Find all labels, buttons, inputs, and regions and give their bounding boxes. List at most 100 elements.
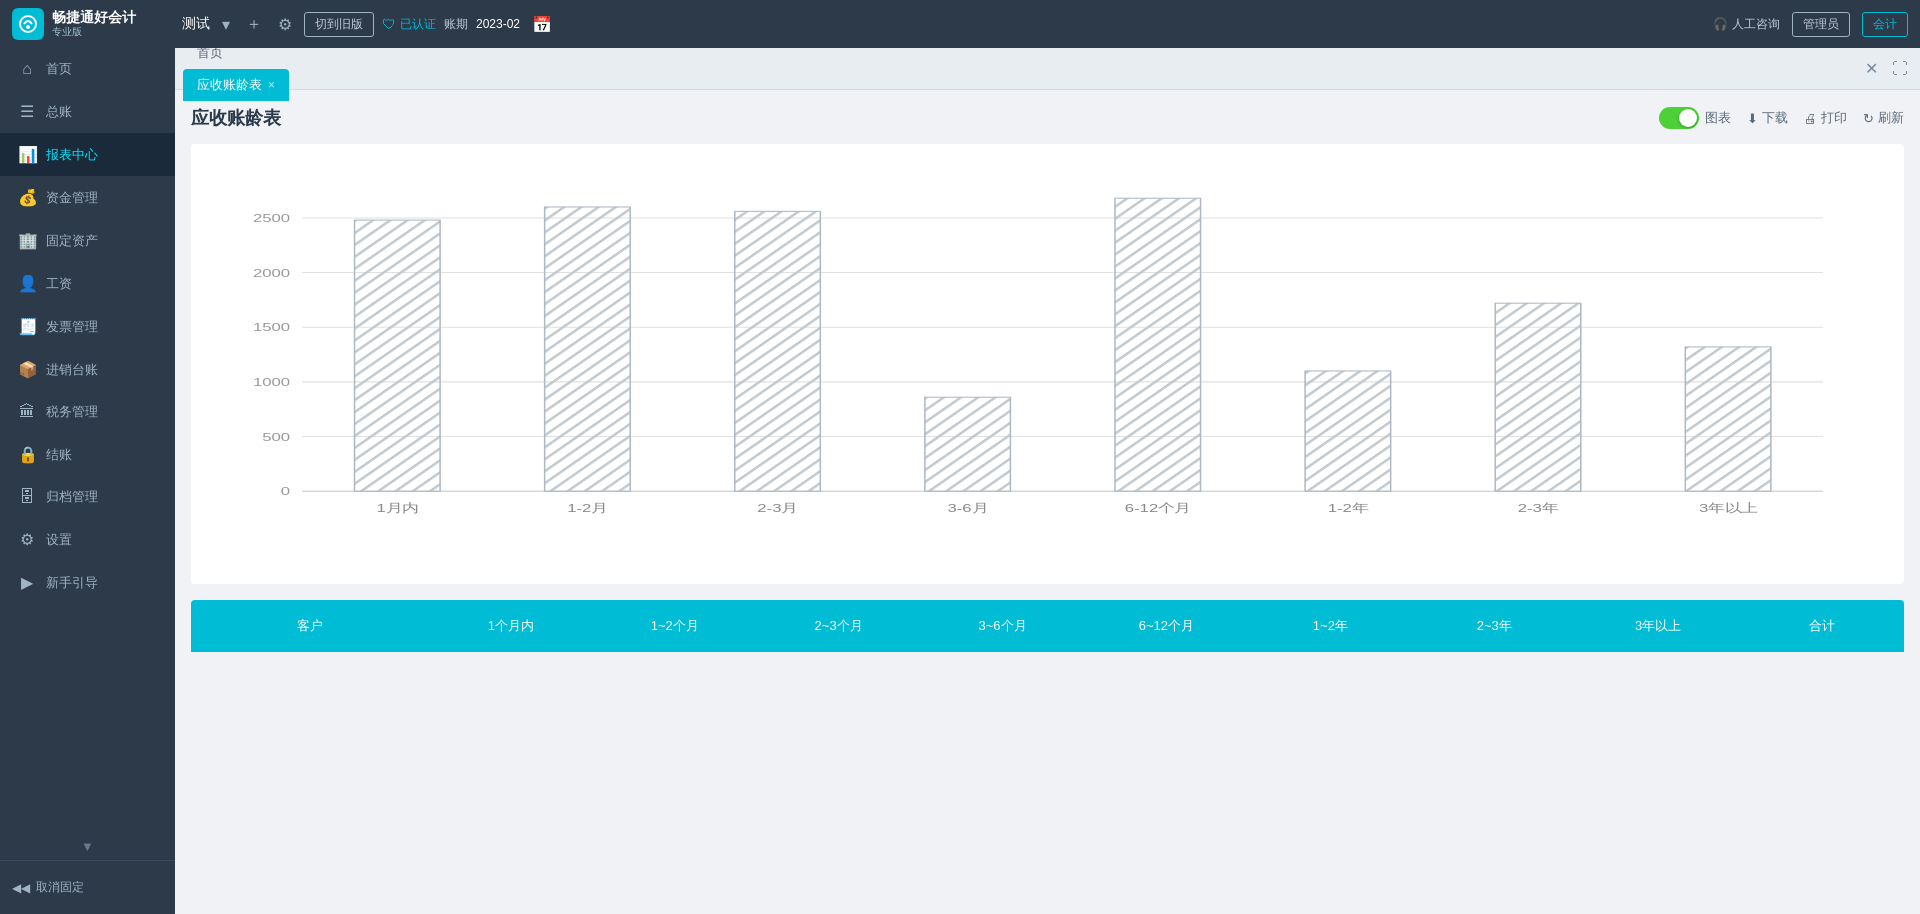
app-name: 畅捷通好会计 (52, 9, 136, 26)
workspace-area: 测试 ▾ ＋ ⚙ 切到旧版 🛡 已认证 账期 2023-02 📅 (182, 10, 1703, 39)
sidebar-scroll: ⌂ 首页 ☰ 总账 📊 报表中心 💰 资金管理 🏢 固定资产 👤 工资 🧾 发票… (0, 48, 175, 833)
bar-1-2月[interactable] (545, 207, 631, 491)
chart-toggle-wrap: 图表 (1659, 107, 1731, 129)
user-btn[interactable]: 管理员 (1792, 12, 1850, 37)
period-value: 2023-02 (476, 17, 520, 31)
close-tab-btn[interactable]: ✕ (1861, 55, 1882, 82)
consult-btn[interactable]: 🎧 人工咨询 (1713, 16, 1780, 33)
sidebar-item-reports[interactable]: 📊 报表中心 (0, 133, 175, 176)
content-area: 首页应收账龄表× ✕ ⛶ 应收账龄表 图表 ⬇ (175, 48, 1920, 914)
sidebar: ⌂ 首页 ☰ 总账 📊 报表中心 💰 资金管理 🏢 固定资产 👤 工资 🧾 发票… (0, 48, 175, 914)
svg-point-1 (26, 25, 30, 29)
sidebar-label-invoice: 发票管理 (46, 318, 98, 336)
page-title: 应收账龄表 (191, 106, 281, 130)
cancel-fixed-btn[interactable]: ◀◀ 取消固定 (0, 871, 175, 904)
workspace-name: 测试 (182, 15, 210, 33)
toolbar-right: 图表 ⬇ 下载 🖨 打印 ↻ 刷新 (1659, 107, 1904, 129)
bar-chart: 050010001500200025001月内1-2月2-3月3-6月6-12个… (211, 164, 1884, 544)
sidebar-item-assets[interactable]: 🏢 固定资产 (0, 219, 175, 262)
main-layout: ⌂ 首页 ☰ 总账 📊 报表中心 💰 资金管理 🏢 固定资产 👤 工资 🧾 发票… (0, 48, 1920, 914)
chart-inner: 050010001500200025001月内1-2月2-3月3-6月6-12个… (211, 164, 1884, 544)
svg-text:3年以上: 3年以上 (1699, 502, 1757, 515)
sidebar-label-reports: 报表中心 (46, 146, 98, 164)
sidebar-item-close[interactable]: 🔒 结账 (0, 433, 175, 476)
sidebar-icon-ledger: ☰ (18, 102, 36, 121)
download-btn[interactable]: ⬇ 下载 (1747, 109, 1788, 127)
add-workspace-btn[interactable]: ＋ (242, 10, 266, 39)
pin-icon: ◀◀ (12, 881, 30, 895)
table-header: 客户1个月内1~2个月2~3个月3~6个月6~12个月1~2年2~3年3年以上合… (191, 600, 1904, 652)
bar-2-3年[interactable] (1495, 303, 1581, 491)
sidebar-label-settings: 设置 (46, 531, 72, 549)
sidebar-label-salary: 工资 (46, 275, 72, 293)
sidebar-item-guide[interactable]: ▶ 新手引导 (0, 561, 175, 604)
sidebar-item-salary[interactable]: 👤 工资 (0, 262, 175, 305)
page-content: 应收账龄表 图表 ⬇ 下载 🖨 打印 (175, 90, 1920, 914)
top-header: 畅捷通好会计 专业版 测试 ▾ ＋ ⚙ 切到旧版 🛡 已认证 账期 2023-0… (0, 0, 1920, 48)
sidebar-icon-salary: 👤 (18, 274, 36, 293)
bar-6-12个月[interactable] (1115, 198, 1201, 491)
sidebar-item-home[interactable]: ⌂ 首页 (0, 48, 175, 90)
print-btn[interactable]: 🖨 打印 (1804, 109, 1847, 127)
scroll-down-arrow[interactable]: ▼ (0, 833, 175, 860)
svg-text:2-3年: 2-3年 (1518, 502, 1558, 515)
sidebar-label-tax: 税务管理 (46, 403, 98, 421)
th-6~12个月: 6~12个月 (1084, 617, 1248, 635)
svg-text:1500: 1500 (253, 321, 290, 334)
bar-1-2年[interactable] (1305, 371, 1391, 491)
bar-3-6月[interactable] (925, 397, 1011, 491)
sidebar-icon-settings: ⚙ (18, 530, 36, 549)
sidebar-label-assets: 固定资产 (46, 232, 98, 250)
sidebar-icon-archive: 🗄 (18, 488, 36, 506)
sidebar-icon-invoice: 🧾 (18, 317, 36, 336)
svg-text:3-6月: 3-6月 (947, 502, 987, 515)
sidebar-item-tax[interactable]: 🏛 税务管理 (0, 391, 175, 433)
settings-btn[interactable]: ⚙ (274, 11, 296, 38)
tab-home[interactable]: 首页 (183, 48, 289, 69)
sidebar-item-settings[interactable]: ⚙ 设置 (0, 518, 175, 561)
th-1~2个月: 1~2个月 (593, 617, 757, 635)
expand-btn[interactable]: ⛶ (1888, 56, 1912, 82)
svg-text:0: 0 (281, 485, 290, 498)
th-1个月内: 1个月内 (429, 617, 593, 635)
th-3~6个月: 3~6个月 (921, 617, 1085, 635)
header-right: 🎧 人工咨询 管理员 会计 (1713, 12, 1908, 37)
svg-text:1000: 1000 (253, 376, 290, 389)
shield-icon: 🛡 (382, 16, 396, 32)
headset-icon: 🎧 (1713, 17, 1728, 31)
toggle-knob (1679, 109, 1697, 127)
sidebar-icon-close: 🔒 (18, 445, 36, 464)
sidebar-bottom: ◀◀ 取消固定 (0, 860, 175, 914)
sidebar-icon-assets: 🏢 (18, 231, 36, 250)
sidebar-item-capital[interactable]: 💰 资金管理 (0, 176, 175, 219)
accountant-btn[interactable]: 会计 (1862, 12, 1908, 37)
sidebar-label-archive: 归档管理 (46, 488, 98, 506)
app-edition: 专业版 (52, 25, 136, 39)
sidebar-label-home: 首页 (46, 60, 72, 78)
app-logo-icon (12, 8, 44, 40)
sidebar-item-archive[interactable]: 🗄 归档管理 (0, 476, 175, 518)
tab-bar: 首页应收账龄表× ✕ ⛶ (175, 48, 1920, 90)
sidebar-item-ledger[interactable]: ☰ 总账 (0, 90, 175, 133)
refresh-btn[interactable]: ↻ 刷新 (1863, 109, 1904, 127)
svg-text:500: 500 (262, 430, 290, 443)
bar-1月内[interactable] (355, 220, 441, 491)
th-3年以上: 3年以上 (1576, 617, 1740, 635)
workspace-dropdown-btn[interactable]: ▾ (218, 11, 234, 38)
svg-text:1-2年: 1-2年 (1328, 502, 1368, 515)
cert-badge: 🛡 已认证 (382, 16, 436, 33)
tab-bar-right: ✕ ⛶ (1861, 55, 1912, 82)
bar-3年以上[interactable] (1685, 347, 1771, 491)
refresh-icon: ↻ (1863, 111, 1874, 126)
sidebar-item-sales[interactable]: 📦 进销台账 (0, 348, 175, 391)
svg-text:2500: 2500 (253, 212, 290, 225)
old-version-btn[interactable]: 切到旧版 (304, 12, 374, 37)
th-合计: 合计 (1740, 617, 1904, 635)
calendar-icon[interactable]: 📅 (528, 11, 556, 38)
bar-2-3月[interactable] (735, 211, 821, 491)
download-icon: ⬇ (1747, 111, 1758, 126)
sidebar-item-invoice[interactable]: 🧾 发票管理 (0, 305, 175, 348)
svg-text:2-3月: 2-3月 (757, 502, 797, 515)
sidebar-icon-tax: 🏛 (18, 403, 36, 421)
chart-toggle[interactable] (1659, 107, 1699, 129)
